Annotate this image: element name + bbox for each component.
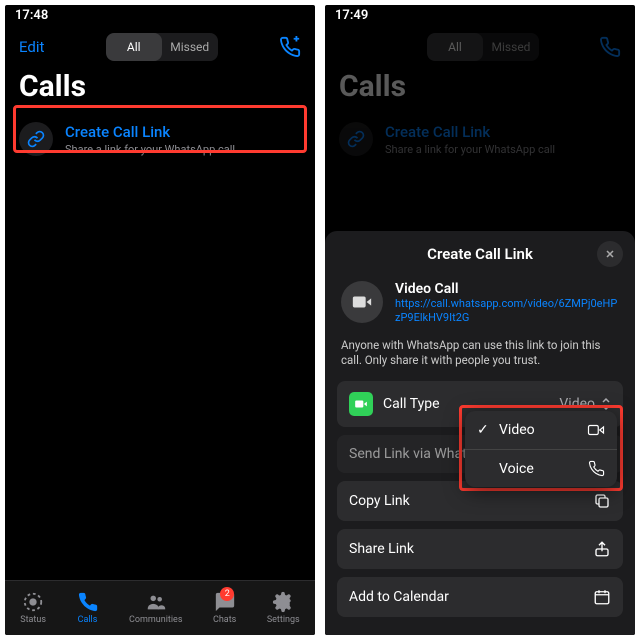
left-screen: 17:48 Edit All Missed Calls Create Call … bbox=[5, 5, 315, 635]
share-link-row[interactable]: Share Link bbox=[337, 529, 623, 569]
close-button[interactable] bbox=[597, 241, 623, 267]
tab-status[interactable]: Status bbox=[20, 591, 46, 625]
call-type-label: Call Type bbox=[383, 396, 440, 412]
status-bar: 17:49 bbox=[325, 5, 635, 25]
highlight-box bbox=[13, 105, 307, 153]
tab-settings[interactable]: Settings bbox=[267, 591, 300, 625]
status-time: 17:49 bbox=[335, 8, 368, 23]
check-icon: ✓ bbox=[477, 422, 491, 438]
tab-communities[interactable]: Communities bbox=[129, 591, 182, 625]
sheet-title: Create Call Link bbox=[427, 245, 533, 263]
top-bar: Edit All Missed bbox=[5, 25, 315, 65]
tab-calls[interactable]: Calls bbox=[77, 591, 99, 625]
segmented-control[interactable]: All Missed bbox=[106, 33, 218, 61]
share-icon bbox=[593, 540, 611, 558]
video-icon bbox=[341, 281, 383, 323]
new-call-icon bbox=[599, 36, 621, 58]
top-bar: All Missed bbox=[325, 25, 635, 65]
seg-all: All bbox=[427, 33, 483, 61]
calendar-icon bbox=[593, 588, 611, 606]
call-link-description: Anyone with WhatsApp can use this link t… bbox=[337, 336, 623, 381]
video-outline-icon bbox=[587, 421, 605, 439]
status-bar: 17:48 bbox=[5, 5, 315, 25]
right-screen: 17:49 All Missed Calls Create Call Link … bbox=[325, 5, 635, 635]
menu-item-voice[interactable]: Voice bbox=[465, 449, 617, 487]
segmented-control: All Missed bbox=[427, 33, 539, 61]
page-title: Calls bbox=[325, 65, 635, 114]
add-calendar-row[interactable]: Add to Calendar bbox=[337, 577, 623, 617]
call-link-url[interactable]: https://call.whatsapp.com/video/6ZMPj0eH… bbox=[395, 297, 619, 326]
new-call-icon[interactable] bbox=[279, 36, 301, 58]
seg-all[interactable]: All bbox=[106, 33, 162, 61]
edit-button[interactable]: Edit bbox=[19, 38, 44, 56]
seg-missed[interactable]: Missed bbox=[162, 33, 218, 61]
status-time: 17:48 bbox=[15, 8, 48, 23]
seg-missed: Missed bbox=[483, 33, 539, 61]
create-call-link-row: Create Call Link Share a link for your W… bbox=[325, 114, 635, 164]
tab-bar: Status Calls Communities Chats 2 Setting… bbox=[5, 580, 315, 635]
menu-item-video[interactable]: ✓Video bbox=[465, 411, 617, 449]
link-icon bbox=[339, 122, 373, 156]
copy-icon bbox=[593, 492, 611, 510]
call-type-menu: ✓Video Voice bbox=[465, 411, 617, 487]
phone-icon bbox=[588, 460, 605, 477]
tab-chats[interactable]: Chats 2 bbox=[213, 591, 236, 625]
call-link-heading: Video Call bbox=[395, 281, 619, 297]
video-badge-icon bbox=[349, 392, 373, 416]
